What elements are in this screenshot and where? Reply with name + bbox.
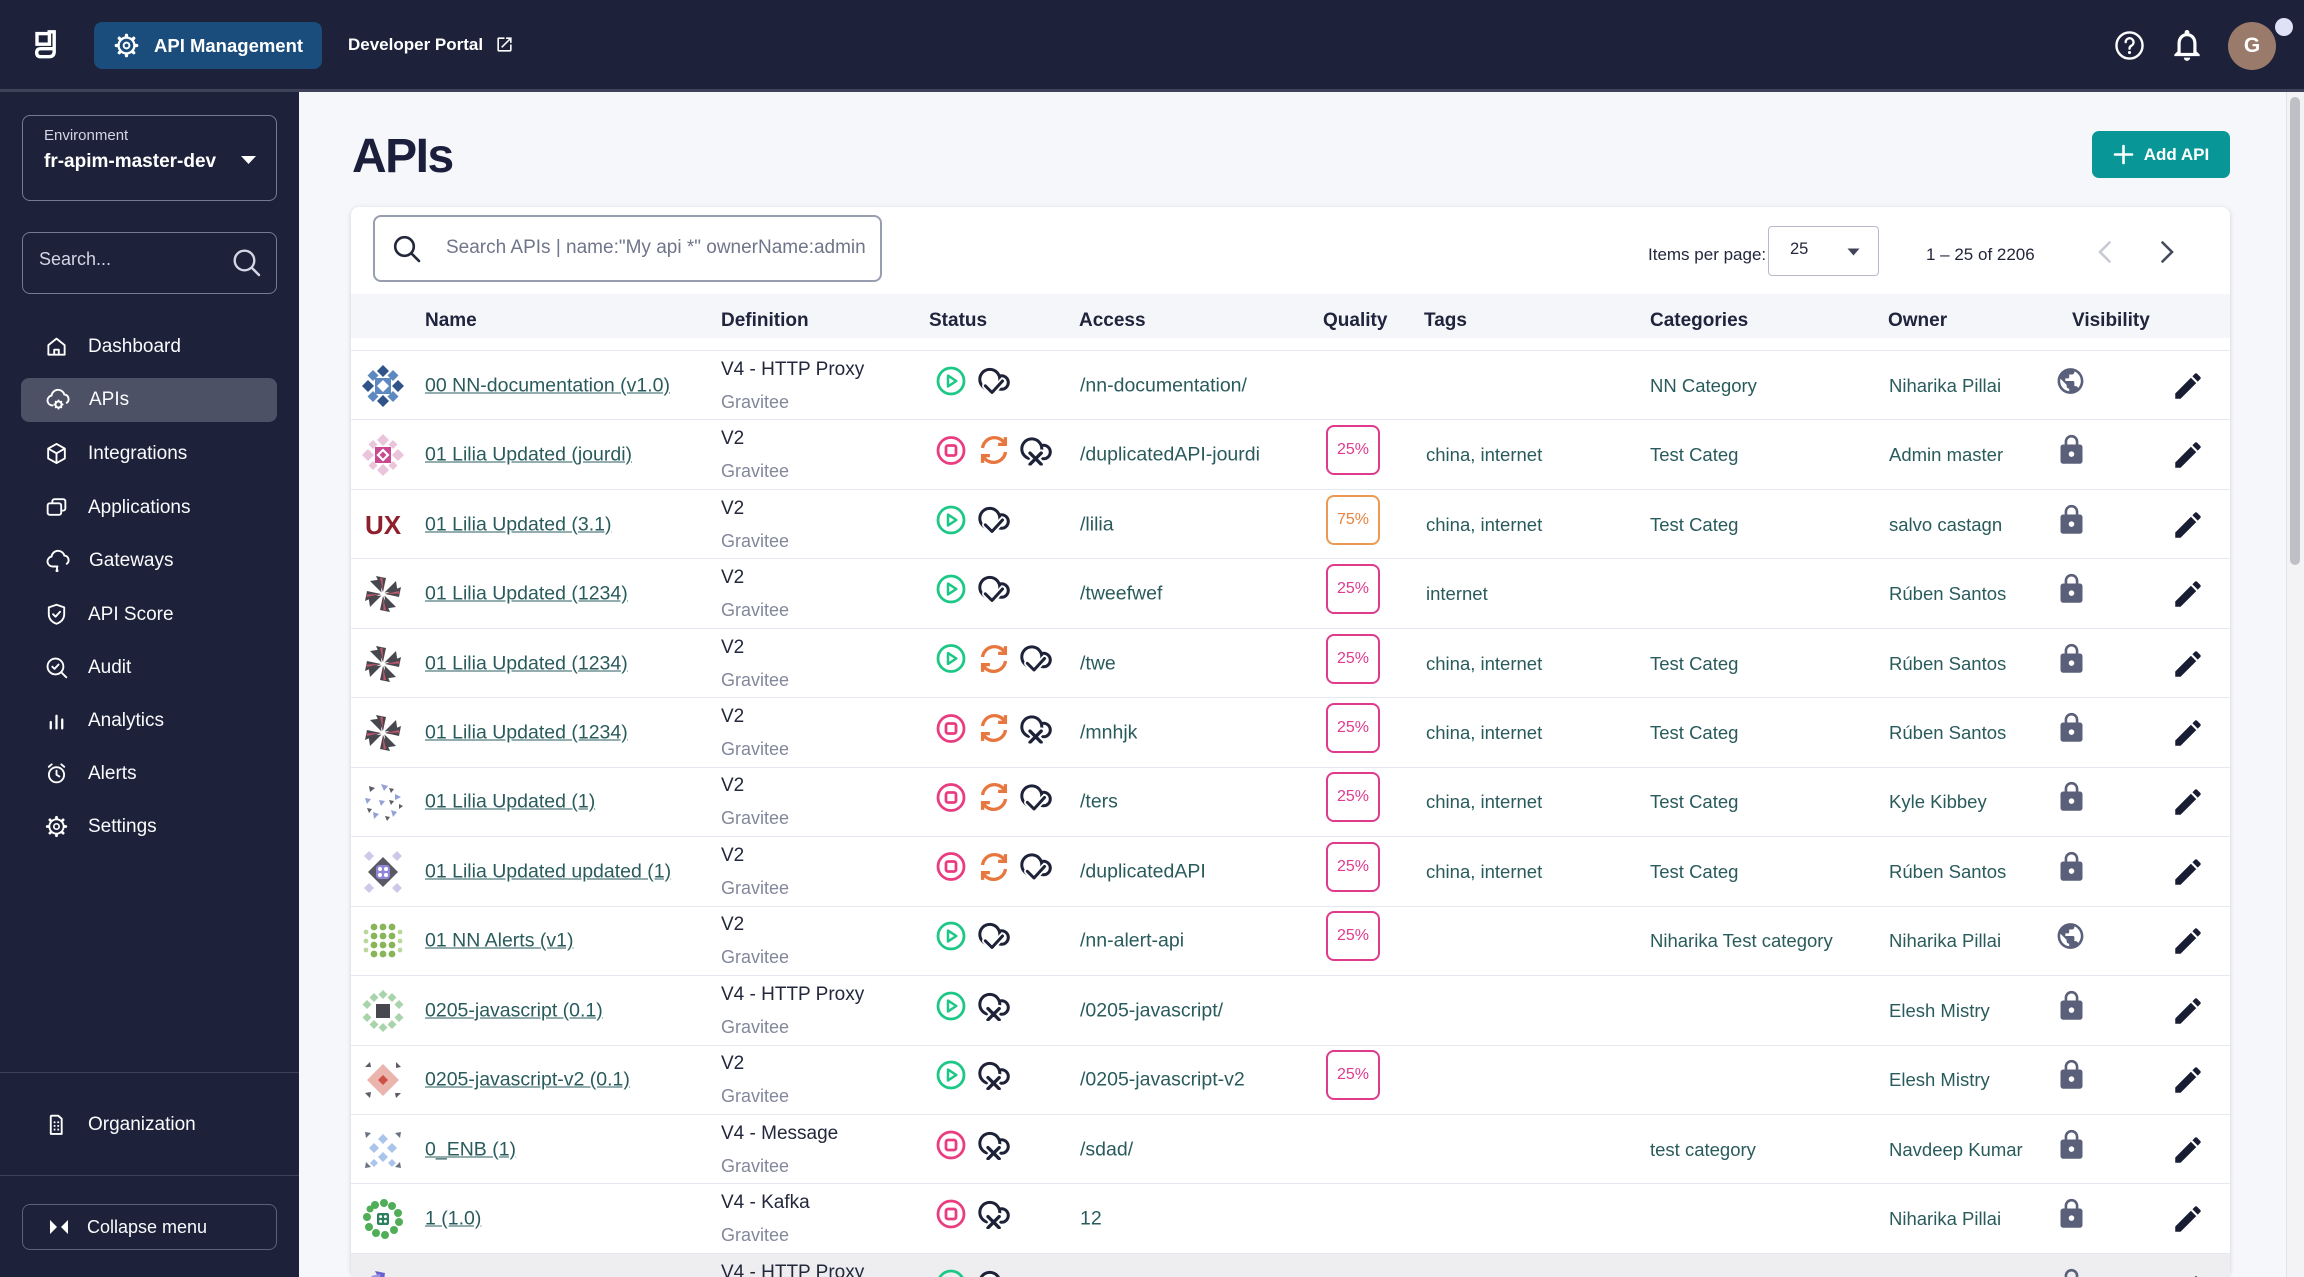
svg-text:UX: UX [365, 510, 402, 540]
